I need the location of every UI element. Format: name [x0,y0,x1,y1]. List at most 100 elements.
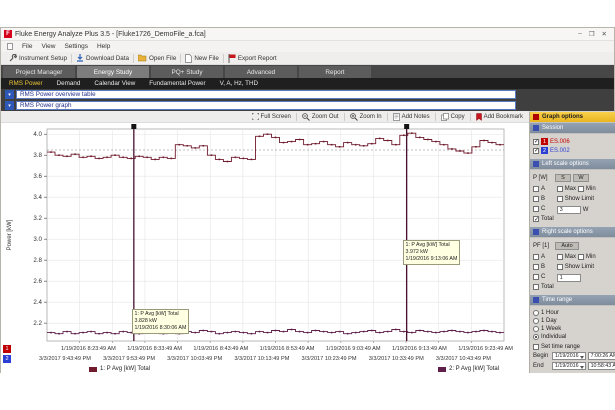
subtab-fundamental-power[interactable]: Fundamental Power [149,80,205,87]
phase-c-checkbox[interactable] [533,206,539,212]
zoom-in-icon [350,113,358,121]
menu-file[interactable]: File [22,43,32,50]
time-range-body: 1 Hour 1 Day 1 Week Individual Set time … [530,306,615,373]
window-title: Fluke Energy Analyze Plus 3.5 - [Fluke17… [15,31,206,38]
subtab-rms-power[interactable]: RMS Power [9,80,43,87]
session-2-checkbox[interactable] [533,148,539,154]
menu-view[interactable]: View [41,43,55,50]
section-title: Session [542,125,563,131]
left-scale-button-2[interactable]: W [573,174,589,182]
set-time-range-checkbox[interactable] [533,344,539,350]
copy-button[interactable]: Copy [439,113,467,121]
total-checkbox[interactable] [533,284,539,290]
left-scale-header[interactable]: Left scale options [530,159,615,170]
begin-time-field[interactable]: 7:00:26 AM [588,352,615,360]
show-limit-checkbox[interactable] [557,264,563,270]
menu-settings[interactable]: Settings [64,43,88,50]
set-time-range-label: Set time range [541,344,580,350]
min-label: Min [586,254,596,260]
session-item: 1 ES.006 [533,138,613,145]
menu-bar: File View Settings Help [1,41,614,52]
button-label: Zoom Out [312,114,339,120]
max-label: Max [565,254,576,260]
zoom-in-button[interactable]: Zoom In [348,113,384,121]
left-scale-button-1[interactable]: S [555,174,571,182]
radio-1-week[interactable] [533,326,539,332]
limit-input[interactable]: 1 [557,274,581,282]
add-bookmark-button[interactable]: Add Bookmark [474,113,525,121]
add-notes-button[interactable]: Add Notes [391,113,432,121]
min-checkbox[interactable] [578,186,584,192]
graph-toolbar: Full Screen Zoom Out Zoom In Add Notes C… [1,111,529,123]
series-1-axis-marker: 1 [3,345,11,353]
phase-c-checkbox[interactable] [533,274,539,280]
tab-advanced[interactable]: Advanced [225,66,297,78]
close-button[interactable]: ✕ [602,30,607,38]
phase-c-label: C [541,274,545,280]
x-axis-label: 3/3/2017 10:03:49 PM [167,356,222,362]
open-file-button[interactable]: Open File [134,53,180,64]
tab-report[interactable]: Report [299,66,371,78]
section-title: Time range [542,297,572,303]
max-checkbox[interactable] [557,254,563,260]
tab-energy-study[interactable]: Energy Study [77,66,149,78]
min-checkbox[interactable] [578,254,584,260]
expand-icon[interactable]: ▾ [5,90,14,99]
phase-a-checkbox[interactable] [533,254,539,260]
button-label: Zoom In [360,114,382,120]
minimize-button[interactable]: – [578,30,582,38]
phase-b-label: B [541,264,545,270]
zoom-out-button[interactable]: Zoom Out [300,113,341,121]
total-label: Total [541,216,554,222]
max-checkbox[interactable] [557,186,563,192]
phase-b-checkbox[interactable] [533,196,539,202]
export-report-button[interactable]: Export Report [224,53,281,64]
document-icon [7,43,13,50]
radio-label: 1 Week [541,326,561,332]
session-header[interactable]: Session [530,123,615,134]
phase-a-checkbox[interactable] [533,186,539,192]
tab-pq-study[interactable]: PQ+ Study [151,66,223,78]
instrument-setup-button[interactable]: Instrument Setup [5,53,71,64]
subtab-calendar-view[interactable]: Calendar View [94,80,135,87]
limit-input[interactable]: 3 [557,206,581,214]
phase-a-label: A [541,186,545,192]
graph-bar: ▾ RMS Power graph [1,100,614,111]
button-label: Export Report [238,55,277,62]
radio-1-hour[interactable] [533,310,539,316]
right-scale-body: PF [1] Auto A B C Total Max Min [530,238,615,295]
main-tab-bar: Project Manager Energy Study PQ+ Study A… [1,65,614,78]
show-limit-checkbox[interactable] [557,196,563,202]
subtab-demand[interactable]: Demand [57,80,81,87]
graph-header[interactable]: RMS Power graph [16,101,516,110]
time-range-header[interactable]: Time range [530,295,615,306]
y-tick-label: 4.0 [33,131,42,138]
graph-options-header[interactable]: Graph options [530,112,615,123]
new-file-button[interactable]: New File [181,53,223,64]
zoom-out-icon [302,113,310,121]
button-label: Full Screen [261,114,291,120]
title-bar: F Fluke Energy Analyze Plus 3.5 - [Fluke… [1,28,614,41]
full-screen-button[interactable]: Full Screen [250,113,293,120]
right-scale-button[interactable]: Auto [555,242,579,250]
x-axis-label: 1/19/2016 9:13:49 AM [392,346,447,352]
overview-table-header[interactable]: RMS Power overview table [16,90,516,99]
cursor-tooltip-2: 1: P Avg [kW] Total 3.972 kW 1/19/2016 9… [403,240,461,265]
rms-power-chart[interactable]: 4.03.83.63.43.23.02.82.62.42.2Power [kW] [1,123,529,344]
end-date-field[interactable]: 1/19/2016 [552,362,586,370]
session-1-checkbox[interactable] [533,139,539,145]
maximize-button[interactable]: ❐ [589,30,595,38]
radio-individual[interactable] [533,334,539,340]
radio-1-day[interactable] [533,318,539,324]
right-scale-header[interactable]: Right scale options [530,227,615,238]
tab-project-manager[interactable]: Project Manager [3,66,75,78]
total-checkbox[interactable] [533,216,539,222]
subtab-v-a-hz-thd[interactable]: V, A, Hz, THD [220,80,259,87]
download-data-button[interactable]: Download Data [72,53,133,64]
menu-help[interactable]: Help [97,43,110,50]
end-time-field[interactable]: 10:58:43 AM [588,362,615,370]
section-title: Right scale options [542,229,593,235]
expand-icon[interactable]: ▾ [5,101,14,110]
phase-b-checkbox[interactable] [533,264,539,270]
begin-date-field[interactable]: 1/19/2016 [552,352,586,360]
